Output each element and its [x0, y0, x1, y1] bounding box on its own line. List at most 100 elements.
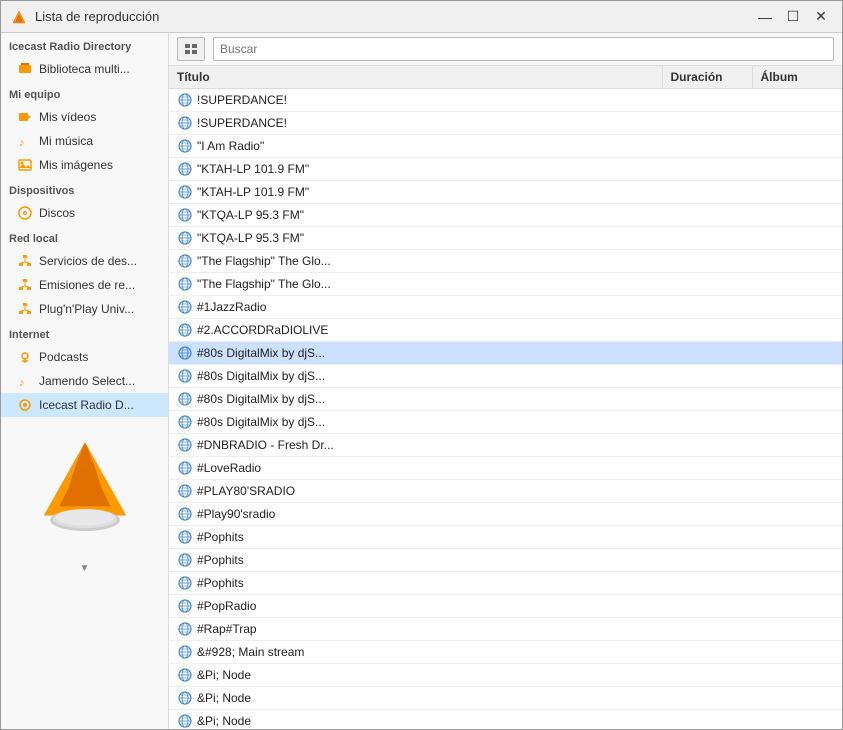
sidebar-item-podcasts[interactable]: Podcasts	[1, 345, 168, 369]
table-row[interactable]: "I Am Radio"	[169, 135, 842, 158]
toolbar	[169, 33, 842, 66]
globe-icon	[177, 368, 193, 384]
cell-duration	[662, 618, 752, 641]
table-row[interactable]: #80s DigitalMix by djS...	[169, 388, 842, 411]
sidebar-item-jamendo-label: Jamendo Select...	[39, 374, 135, 388]
table-row[interactable]: &Pi; Node	[169, 664, 842, 687]
title-text: #80s DigitalMix by djS...	[197, 392, 325, 406]
cell-title: "I Am Radio"	[169, 135, 662, 158]
globe-icon	[177, 138, 193, 154]
table-row[interactable]: "The Flagship" The Glo...	[169, 250, 842, 273]
playlist-table-container[interactable]: Título Duración Álbum !SUPERDANCE! !SUPE…	[169, 66, 842, 729]
table-row[interactable]: !SUPERDANCE!	[169, 112, 842, 135]
table-row[interactable]: #DNBRADIO - Fresh Dr...	[169, 434, 842, 457]
table-row[interactable]: &#928; Main stream	[169, 641, 842, 664]
cell-album	[752, 641, 842, 664]
table-row[interactable]: "KTAH-LP 101.9 FM"	[169, 158, 842, 181]
sidebar-section-redlocal: Red local	[1, 225, 168, 249]
cell-album	[752, 181, 842, 204]
close-button[interactable]: ✕	[808, 4, 834, 30]
minimize-button[interactable]: —	[752, 4, 778, 30]
sidebar-item-emisiones[interactable]: Emisiones de re...	[1, 273, 168, 297]
sidebar-item-plugnplay-label: Plug'n'Play Univ...	[39, 302, 134, 316]
sidebar-item-plugnplay[interactable]: Plug'n'Play Univ...	[1, 297, 168, 321]
sidebar-scroll-down[interactable]: ▼	[1, 559, 168, 578]
sidebar-item-imagenes[interactable]: Mis imágenes	[1, 153, 168, 177]
cell-title: "KTQA-LP 95.3 FM"	[169, 204, 662, 227]
vlc-logo-area	[1, 417, 168, 559]
table-row[interactable]: #Pophits	[169, 526, 842, 549]
cell-album	[752, 457, 842, 480]
table-row[interactable]: #80s DigitalMix by djS...	[169, 411, 842, 434]
title-text: &Pi; Node	[197, 714, 251, 728]
cell-album	[752, 572, 842, 595]
cell-duration	[662, 342, 752, 365]
network-icon-1	[17, 253, 33, 269]
cell-duration	[662, 710, 752, 730]
title-text: "The Flagship" The Glo...	[197, 254, 331, 268]
title-text: #Play90'sradio	[197, 507, 275, 521]
sidebar-item-videos[interactable]: Mis vídeos	[1, 105, 168, 129]
table-row[interactable]: !SUPERDANCE!	[169, 89, 842, 112]
cell-title: #80s DigitalMix by djS...	[169, 388, 662, 411]
cell-album	[752, 710, 842, 730]
cell-album	[752, 434, 842, 457]
cell-title: #1JazzRadio	[169, 296, 662, 319]
table-row[interactable]: #80s DigitalMix by djS...	[169, 365, 842, 388]
cell-duration	[662, 595, 752, 618]
table-row[interactable]: &Pi; Node	[169, 710, 842, 730]
table-row[interactable]: #Pophits	[169, 572, 842, 595]
title-text: "KTAH-LP 101.9 FM"	[197, 162, 309, 176]
table-row[interactable]: &Pi; Node	[169, 687, 842, 710]
table-row[interactable]: "KTQA-LP 95.3 FM"	[169, 227, 842, 250]
cell-duration	[662, 664, 752, 687]
cell-duration	[662, 273, 752, 296]
globe-icon	[177, 621, 193, 637]
table-row[interactable]: "The Flagship" The Glo...	[169, 273, 842, 296]
table-row[interactable]: #PopRadio	[169, 595, 842, 618]
search-input[interactable]	[213, 37, 834, 61]
table-row[interactable]: #Rap#Trap	[169, 618, 842, 641]
cell-duration	[662, 112, 752, 135]
globe-icon	[177, 276, 193, 292]
music-icon: ♪	[17, 133, 33, 149]
sidebar-item-discos[interactable]: Discos	[1, 201, 168, 225]
table-row[interactable]: #2.ACCORDRaDIOLIVE	[169, 319, 842, 342]
cell-album	[752, 204, 842, 227]
col-duration[interactable]: Duración	[662, 66, 752, 89]
table-row[interactable]: #Play90'sradio	[169, 503, 842, 526]
cell-title: #80s DigitalMix by djS...	[169, 365, 662, 388]
table-row[interactable]: #80s DigitalMix by djS...	[169, 342, 842, 365]
cell-title: "The Flagship" The Glo...	[169, 250, 662, 273]
table-row[interactable]: #LoveRadio	[169, 457, 842, 480]
sidebar-item-musica[interactable]: ♪ Mi música	[1, 129, 168, 153]
table-row[interactable]: #Pophits	[169, 549, 842, 572]
cell-duration	[662, 89, 752, 112]
col-title[interactable]: Título	[169, 66, 662, 89]
table-row[interactable]: "KTAH-LP 101.9 FM"	[169, 181, 842, 204]
cell-album	[752, 89, 842, 112]
sidebar-item-jamendo[interactable]: ♪ Jamendo Select...	[1, 369, 168, 393]
maximize-button[interactable]: ☐	[780, 4, 806, 30]
globe-icon	[177, 598, 193, 614]
col-album[interactable]: Álbum	[752, 66, 842, 89]
sidebar-item-biblioteca[interactable]: Biblioteca multi...	[1, 57, 168, 81]
title-text: "KTQA-LP 95.3 FM"	[197, 231, 304, 245]
cell-album	[752, 411, 842, 434]
sidebar-item-icecast[interactable]: Icecast Radio D...	[1, 393, 168, 417]
title-text: &Pi; Node	[197, 691, 251, 705]
table-row[interactable]: "KTQA-LP 95.3 FM"	[169, 204, 842, 227]
table-row[interactable]: #PLAY80'SRADIO	[169, 480, 842, 503]
globe-icon	[177, 184, 193, 200]
network-icon-2	[17, 277, 33, 293]
cell-album	[752, 319, 842, 342]
window-controls: — ☐ ✕	[752, 4, 834, 30]
svg-text:♪: ♪	[19, 377, 25, 388]
globe-icon	[177, 345, 193, 361]
globe-icon	[177, 92, 193, 108]
view-toggle-button[interactable]	[177, 37, 205, 61]
title-text: #80s DigitalMix by djS...	[197, 346, 325, 360]
cell-duration	[662, 250, 752, 273]
table-row[interactable]: #1JazzRadio	[169, 296, 842, 319]
sidebar-item-servicios[interactable]: Servicios de des...	[1, 249, 168, 273]
